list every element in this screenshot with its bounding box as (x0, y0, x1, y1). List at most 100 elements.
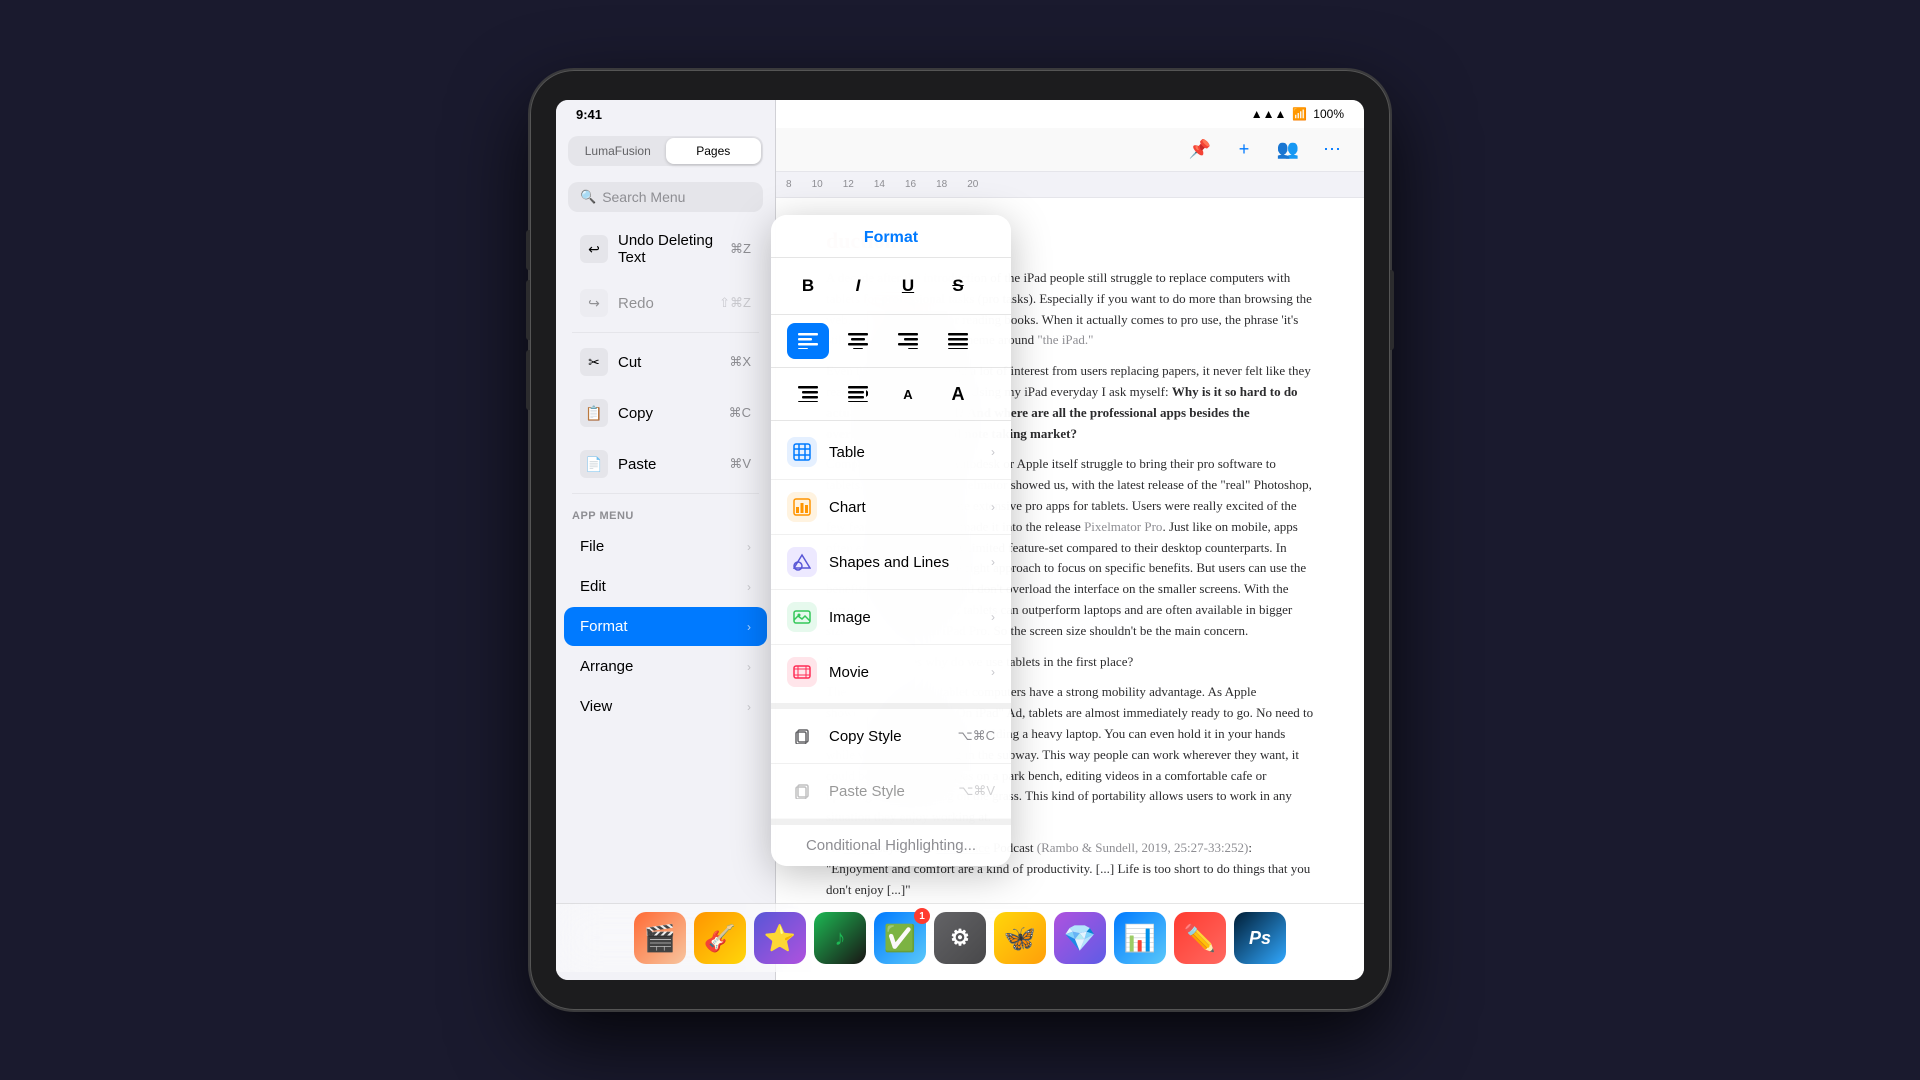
redo-shortcut: ⇧⌘Z (719, 295, 751, 311)
justify-button[interactable] (937, 323, 979, 359)
font-size-large-button[interactable]: A (937, 376, 979, 412)
volume-up-button[interactable] (526, 280, 530, 340)
status-time: 9:41 (576, 107, 602, 122)
users-icon[interactable]: 👥 (1272, 134, 1304, 166)
ruler: 8 10 12 14 16 18 20 (776, 172, 1364, 198)
paste-shortcut: ⌘V (729, 456, 751, 472)
cellular-icon: ▲▲▲ (1251, 107, 1287, 121)
align-left-button[interactable] (787, 323, 829, 359)
menu-item-edit[interactable]: Edit › (564, 567, 767, 606)
undo-icon: ↩ (580, 235, 608, 263)
conditional-highlighting[interactable]: Conditional Highlighting... (771, 825, 1011, 866)
dock-app-photoshop[interactable]: Ps (1234, 912, 1286, 964)
copy-shortcut: ⌘C (729, 405, 751, 421)
ruler-mark: 16 (905, 179, 916, 190)
table-chevron: › (991, 445, 995, 459)
pin-icon[interactable]: 📌 (1184, 134, 1216, 166)
menu-item-paste[interactable]: 📄 Paste ⌘V (564, 439, 767, 489)
menu-item-view[interactable]: View › (564, 687, 767, 726)
copy-style-item[interactable]: Copy Style ⌥⌘C (771, 709, 1011, 764)
movie-icon (787, 657, 817, 687)
search-bar[interactable]: 🔍 Search Menu (568, 182, 763, 212)
divider-1 (572, 332, 759, 333)
format-label: Format (580, 618, 747, 635)
strikethrough-button[interactable]: S (937, 268, 979, 304)
divider-2 (572, 493, 759, 494)
ipad-frame: 9:41 ▲▲▲ 📶 100% LumaFusion Pages 🔍 Searc… (530, 70, 1390, 1010)
underline-button[interactable]: U (887, 268, 929, 304)
ruler-mark: 20 (967, 179, 978, 190)
image-icon (787, 602, 817, 632)
copy-style-icon (787, 721, 817, 751)
tab-pages[interactable]: Pages (666, 138, 762, 164)
indent-button[interactable] (787, 376, 829, 412)
paste-label: Paste (618, 456, 729, 473)
format-title: Format (771, 215, 1011, 258)
dock-app-keynote[interactable]: 📊 (1114, 912, 1166, 964)
add-icon[interactable]: + (1228, 134, 1260, 166)
mute-button[interactable] (526, 230, 530, 270)
view-chevron: › (747, 700, 751, 714)
dock-app-tasks[interactable]: ✅ 1 (874, 912, 926, 964)
dock-app-pockity[interactable]: 🦋 (994, 912, 1046, 964)
movie-label: Movie (829, 664, 991, 681)
italic-button[interactable]: I (837, 268, 879, 304)
menu-item-file[interactable]: File › (564, 527, 767, 566)
dock-app-reeder[interactable]: ⭐ (754, 912, 806, 964)
ruler-mark: 14 (874, 179, 885, 190)
image-label: Image (829, 609, 991, 626)
arrange-chevron: › (747, 660, 751, 674)
bold-button[interactable]: B (787, 268, 829, 304)
cut-label: Cut (618, 354, 729, 371)
table-menu-item[interactable]: Table › (771, 425, 1011, 480)
format-chevron: › (747, 620, 751, 634)
menu-item-cut[interactable]: ✂ Cut ⌘X (564, 337, 767, 387)
paste-style-item[interactable]: Paste Style ⌥⌘V (771, 764, 1011, 819)
dock-app-pencil[interactable]: ✏️ (1174, 912, 1226, 964)
ruler-mark: 10 (812, 179, 823, 190)
cut-shortcut: ⌘X (729, 354, 751, 370)
image-menu-item[interactable]: Image › (771, 590, 1011, 645)
ipad-screen: 9:41 ▲▲▲ 📶 100% LumaFusion Pages 🔍 Searc… (556, 100, 1364, 980)
format-extra-row: A A (771, 368, 1011, 421)
chart-menu-item[interactable]: Chart › (771, 480, 1011, 535)
menu-item-redo[interactable]: ↪ Redo ⇧⌘Z (564, 278, 767, 328)
align-right-button[interactable] (887, 323, 929, 359)
more-icon[interactable]: ⋯ (1316, 134, 1348, 166)
file-chevron: › (747, 540, 751, 554)
image-chevron: › (991, 610, 995, 624)
tab-lumafusion[interactable]: LumaFusion (570, 138, 666, 164)
menu-item-undo[interactable]: ↩ Undo Deleting Text ⌘Z (564, 221, 767, 277)
shapes-label: Shapes and Lines (829, 554, 991, 571)
volume-down-button[interactable] (526, 350, 530, 410)
table-icon (787, 437, 817, 467)
view-label: View (580, 698, 747, 715)
dock-app-garageband[interactable]: 🎸 (694, 912, 746, 964)
copy-style-shortcut: ⌥⌘C (958, 728, 995, 744)
shapes-icon (787, 547, 817, 577)
dock-app-commander[interactable]: ⚙ (934, 912, 986, 964)
font-size-small-button[interactable]: A (887, 376, 929, 412)
status-icons: ▲▲▲ 📶 100% (1251, 107, 1344, 121)
dock-app-spotify[interactable]: ♪ (814, 912, 866, 964)
app-tabs: LumaFusion Pages (568, 136, 763, 166)
search-placeholder: Search Menu (602, 189, 685, 205)
dock-app-lumafusion[interactable]: 🎬 (634, 912, 686, 964)
left-panel: LumaFusion Pages 🔍 Search Menu ↩ Undo De… (556, 100, 776, 980)
align-center-button[interactable] (837, 323, 879, 359)
cut-icon: ✂ (580, 348, 608, 376)
edit-chevron: › (747, 580, 751, 594)
format-panel: Format B I U S (771, 215, 1011, 866)
menu-item-copy[interactable]: 📋 Copy ⌘C (564, 388, 767, 438)
menu-item-arrange[interactable]: Arrange › (564, 647, 767, 686)
movie-menu-item[interactable]: Movie › (771, 645, 1011, 699)
power-button[interactable] (1390, 270, 1394, 350)
outdent-button[interactable] (837, 376, 879, 412)
paste-style-shortcut: ⌥⌘V (958, 783, 995, 799)
shapes-chevron: › (991, 555, 995, 569)
menu-item-format[interactable]: Format › (564, 607, 767, 646)
dock-app-gems[interactable]: 💎 (1054, 912, 1106, 964)
undo-label: Undo Deleting Text (618, 232, 730, 266)
shapes-menu-item[interactable]: Shapes and Lines › (771, 535, 1011, 590)
app-menu-label: APP MENU (556, 498, 775, 526)
